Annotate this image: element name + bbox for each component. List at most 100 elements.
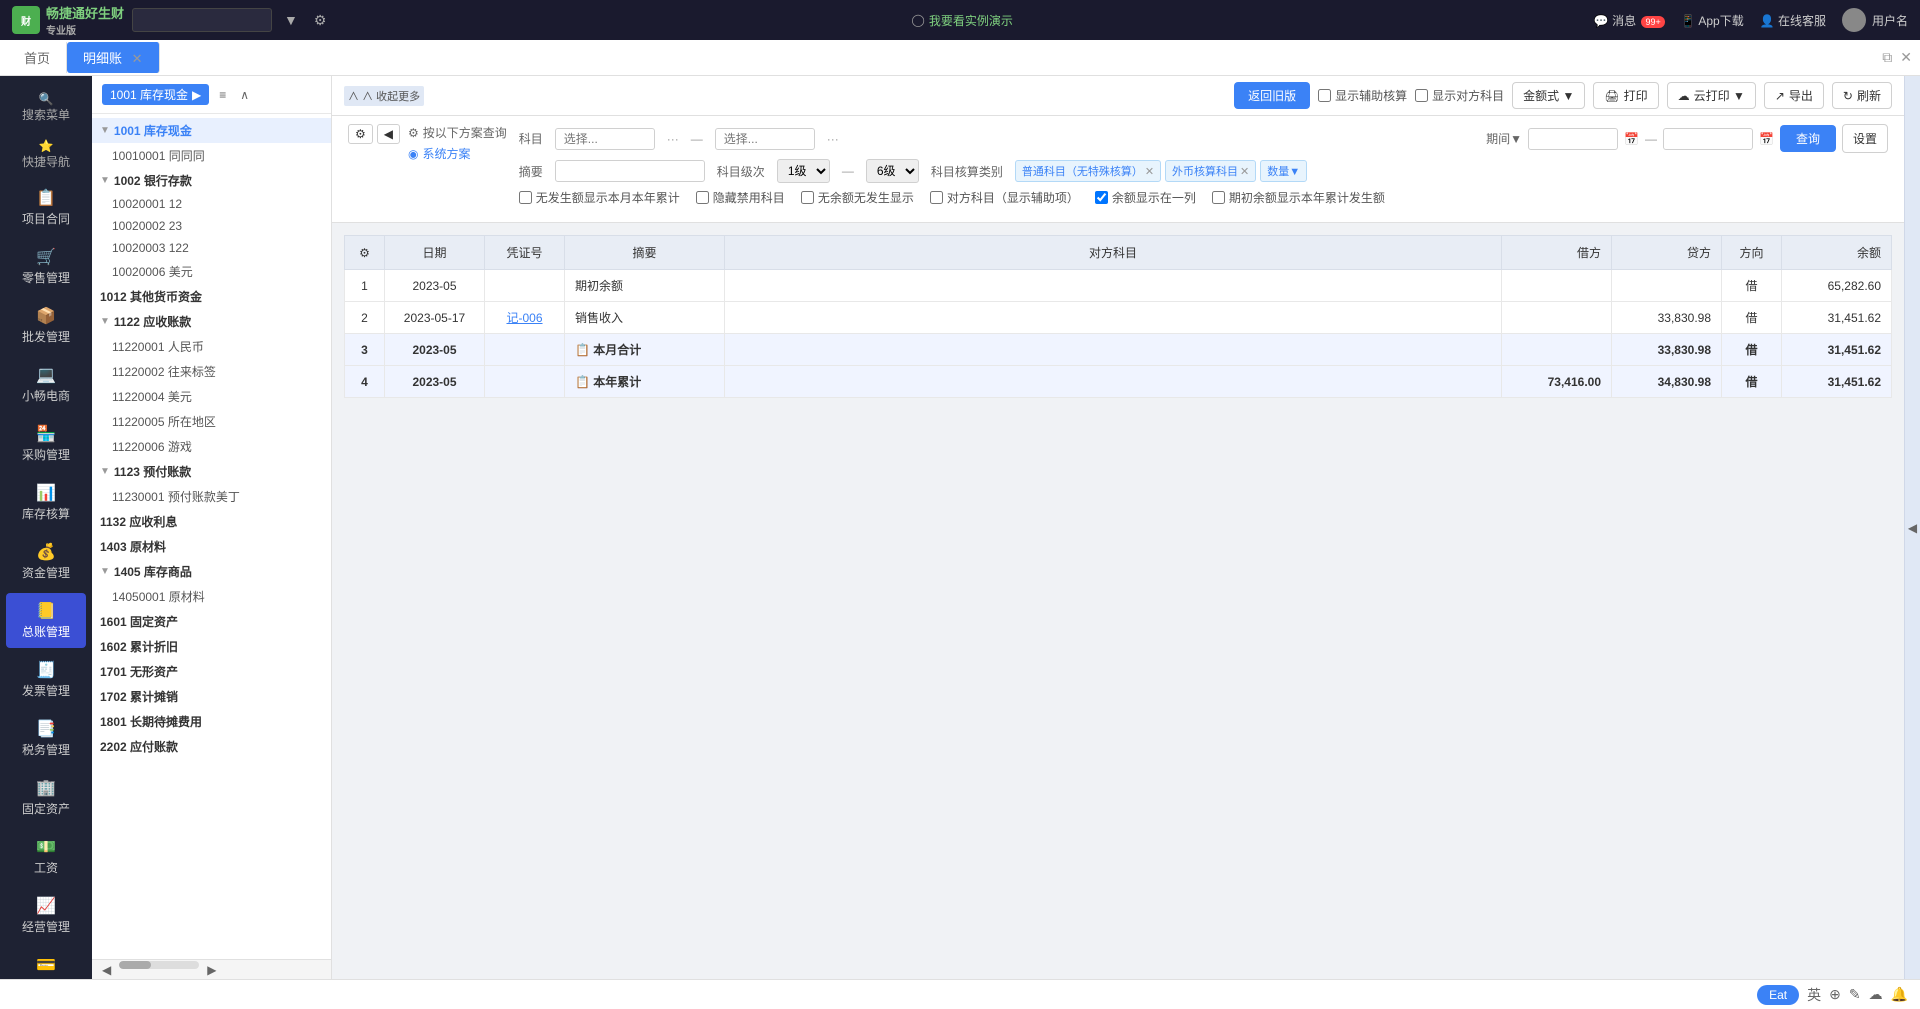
period-start-cal[interactable]: 📅	[1624, 132, 1639, 146]
kemu-input[interactable]	[555, 128, 655, 150]
table-row[interactable]: 42023-05📋 本年累计73,416.0034,830.98借31,451.…	[345, 366, 1892, 398]
tree-collapse-icon[interactable]: ∧	[236, 86, 253, 104]
voucher-link[interactable]: 记-006	[506, 311, 542, 325]
tab-ledger[interactable]: 明细账 ✕	[67, 42, 160, 73]
kemu-tag-1-close[interactable]: ✕	[1145, 165, 1154, 178]
print-btn[interactable]: 🖨 打印	[1593, 82, 1658, 109]
message-action[interactable]: 💬 消息 99+	[1594, 12, 1665, 29]
eat-btn[interactable]: Eat	[1757, 985, 1799, 1005]
tree-item-1801[interactable]: 1801 长期待摊费用	[92, 709, 331, 734]
export-btn[interactable]: ↗ 导出	[1764, 82, 1824, 109]
settings-btn[interactable]: 设置	[1842, 124, 1888, 153]
table-row[interactable]: 12023-05期初余额借65,282.60	[345, 270, 1892, 302]
tree-item-1002[interactable]: ▼ 1002 银行存款	[92, 168, 331, 193]
demo-link[interactable]: ◯ 我要看实例演示	[911, 12, 1012, 29]
cloud-print-btn[interactable]: ☁ 云打印 ▼	[1667, 82, 1756, 109]
lang-icon[interactable]: 英	[1807, 985, 1821, 1005]
sidebar-item-retail[interactable]: 🛒 零售管理	[6, 239, 86, 294]
cb-no-balance[interactable]: 无发生额显示本月本年累计	[519, 189, 680, 206]
plus-icon[interactable]: ⊕	[1829, 986, 1841, 1003]
sidebar-item-purchase[interactable]: 🏪 采购管理	[6, 416, 86, 471]
sidebar-item-assets[interactable]: 🏢 固定资产	[6, 770, 86, 825]
selected-account-display[interactable]: 1001 库存现金 ▶	[102, 84, 209, 105]
tree-item-10020003[interactable]: 10020003 122	[92, 237, 331, 259]
tree-item-11220001[interactable]: 11220001 人民币	[92, 334, 331, 359]
cell-voucher[interactable]: 记-006	[485, 302, 565, 334]
tree-item-10020002[interactable]: 10020002 23	[92, 215, 331, 237]
filter-settings-icon[interactable]: ⚙	[348, 124, 373, 144]
sidebar-quick-nav[interactable]: ⭐ 快捷导航	[22, 131, 70, 178]
cb-initial-balance-input[interactable]	[1212, 191, 1225, 204]
table-row[interactable]: 32023-05📋 本月合计33,830.98借31,451.62	[345, 334, 1892, 366]
tab-close-all-icon[interactable]: ✕	[1900, 49, 1912, 66]
sidebar-item-inventory[interactable]: 📊 库存核算	[6, 475, 86, 530]
sidebar-item-project[interactable]: 📋 项目合同	[6, 180, 86, 235]
tree-menu-icon[interactable]: ≡	[215, 86, 230, 104]
cb-no-amount[interactable]: 无余额无发生显示	[801, 189, 914, 206]
return-old-btn[interactable]: 返回旧版	[1234, 82, 1310, 109]
tree-item-1602[interactable]: 1602 累计折旧	[92, 634, 331, 659]
tree-item-11220005[interactable]: 11220005 所在地区	[92, 409, 331, 434]
tree-item-11220004[interactable]: 11220004 美元	[92, 384, 331, 409]
show-opposite-input[interactable]	[1415, 89, 1428, 102]
kemu-tag-2-close[interactable]: ✕	[1240, 165, 1249, 178]
period-end-input[interactable]: 2023-05	[1663, 128, 1753, 150]
sidebar-item-invoice[interactable]: 🧾 发票管理	[6, 652, 86, 707]
sidebar-item-ecommerce[interactable]: 💻 小畅电商	[6, 357, 86, 412]
cb-opposite-input[interactable]	[930, 191, 943, 204]
cb-balance-col[interactable]: 余额显示在一列	[1095, 189, 1196, 206]
tree-scrollbar[interactable]	[119, 961, 199, 969]
tree-item-1405[interactable]: ▼ 1405 库存商品	[92, 559, 331, 584]
tree-item-10010001[interactable]: 10010001 同同同	[92, 143, 331, 168]
cb-balance-col-input[interactable]	[1095, 191, 1108, 204]
online-service-action[interactable]: 👤 在线客服	[1760, 12, 1826, 29]
show-aux-calc-input[interactable]	[1318, 89, 1331, 102]
cb-hide-disabled-input[interactable]	[696, 191, 709, 204]
sidebar-item-sales[interactable]: 💳 小畅报销	[6, 947, 86, 979]
show-opposite-checkbox[interactable]: 显示对方科目	[1415, 87, 1504, 104]
user-area[interactable]: 用户名	[1842, 8, 1908, 32]
zhaiyao-input[interactable]	[555, 160, 705, 182]
tree-item-1701[interactable]: 1701 无形资产	[92, 659, 331, 684]
show-aux-calc-checkbox[interactable]: 显示辅助核算	[1318, 87, 1407, 104]
dropdown-icon[interactable]: ▼	[280, 10, 302, 30]
edit-icon[interactable]: ✎	[1849, 986, 1861, 1003]
sidebar-item-operations[interactable]: 📈 经营管理	[6, 888, 86, 943]
tree-item-11220006[interactable]: 11220006 游戏	[92, 434, 331, 459]
refresh-btn[interactable]: ↻ 刷新	[1832, 82, 1892, 109]
bell-icon[interactable]: 🔔	[1891, 986, 1908, 1003]
format-btn[interactable]: 金额式 ▼	[1512, 82, 1585, 109]
kemu-tag-1[interactable]: 普通科目（无特殊核算） ✕	[1015, 160, 1161, 182]
tree-item-1132[interactable]: 1132 应收利息	[92, 509, 331, 534]
tab-home[interactable]: 首页	[8, 42, 67, 73]
app-download-action[interactable]: 📱 App下载	[1681, 12, 1744, 29]
tree-item-1601[interactable]: 1601 固定资产	[92, 609, 331, 634]
tree-item-1702[interactable]: 1702 累计摊销	[92, 684, 331, 709]
tree-scroll-right[interactable]: ▶	[203, 961, 220, 979]
period-end-cal[interactable]: 📅	[1759, 132, 1774, 146]
sidebar-search[interactable]: 🔍 搜索菜单	[22, 84, 70, 131]
tree-item-1403[interactable]: 1403 原材料	[92, 534, 331, 559]
kemu-tag-2[interactable]: 外币核算科目 ✕	[1165, 160, 1256, 182]
cloud-icon[interactable]: ☁	[1869, 986, 1883, 1003]
filter-collapse-btn[interactable]: ◀	[377, 124, 400, 144]
sidebar-item-tax[interactable]: 📑 税务管理	[6, 711, 86, 766]
cb-no-balance-input[interactable]	[519, 191, 532, 204]
th-settings[interactable]: ⚙	[345, 236, 385, 270]
tree-item-11220002[interactable]: 11220002 往来标签	[92, 359, 331, 384]
kemu-input2[interactable]	[715, 128, 815, 150]
sidebar-item-wholesale[interactable]: 📦 批发管理	[6, 298, 86, 353]
tree-scroll-left[interactable]: ◀	[98, 961, 115, 979]
cb-hide-disabled[interactable]: 隐藏禁用科目	[696, 189, 785, 206]
tree-item-1122[interactable]: ▼ 1122 应收账款	[92, 309, 331, 334]
system-schema-option[interactable]: ◉ 系统方案	[408, 145, 507, 162]
tree-item-2202[interactable]: 2202 应付账款	[92, 734, 331, 759]
tree-item-10020006[interactable]: 10020006 美元	[92, 259, 331, 284]
settings-icon[interactable]: ⚙	[310, 10, 331, 31]
tab-restore-icon[interactable]: ⧉	[1882, 49, 1892, 66]
search-input[interactable]	[132, 8, 272, 32]
tree-item-1001[interactable]: ▼ 1001 库存现金	[92, 118, 331, 143]
account-tree-scroll[interactable]: ▼ 1001 库存现金 10010001 同同同 ▼ 1002 银行存款 100…	[92, 114, 331, 959]
cb-no-amount-input[interactable]	[801, 191, 814, 204]
tab-close-icon[interactable]: ✕	[132, 51, 143, 66]
